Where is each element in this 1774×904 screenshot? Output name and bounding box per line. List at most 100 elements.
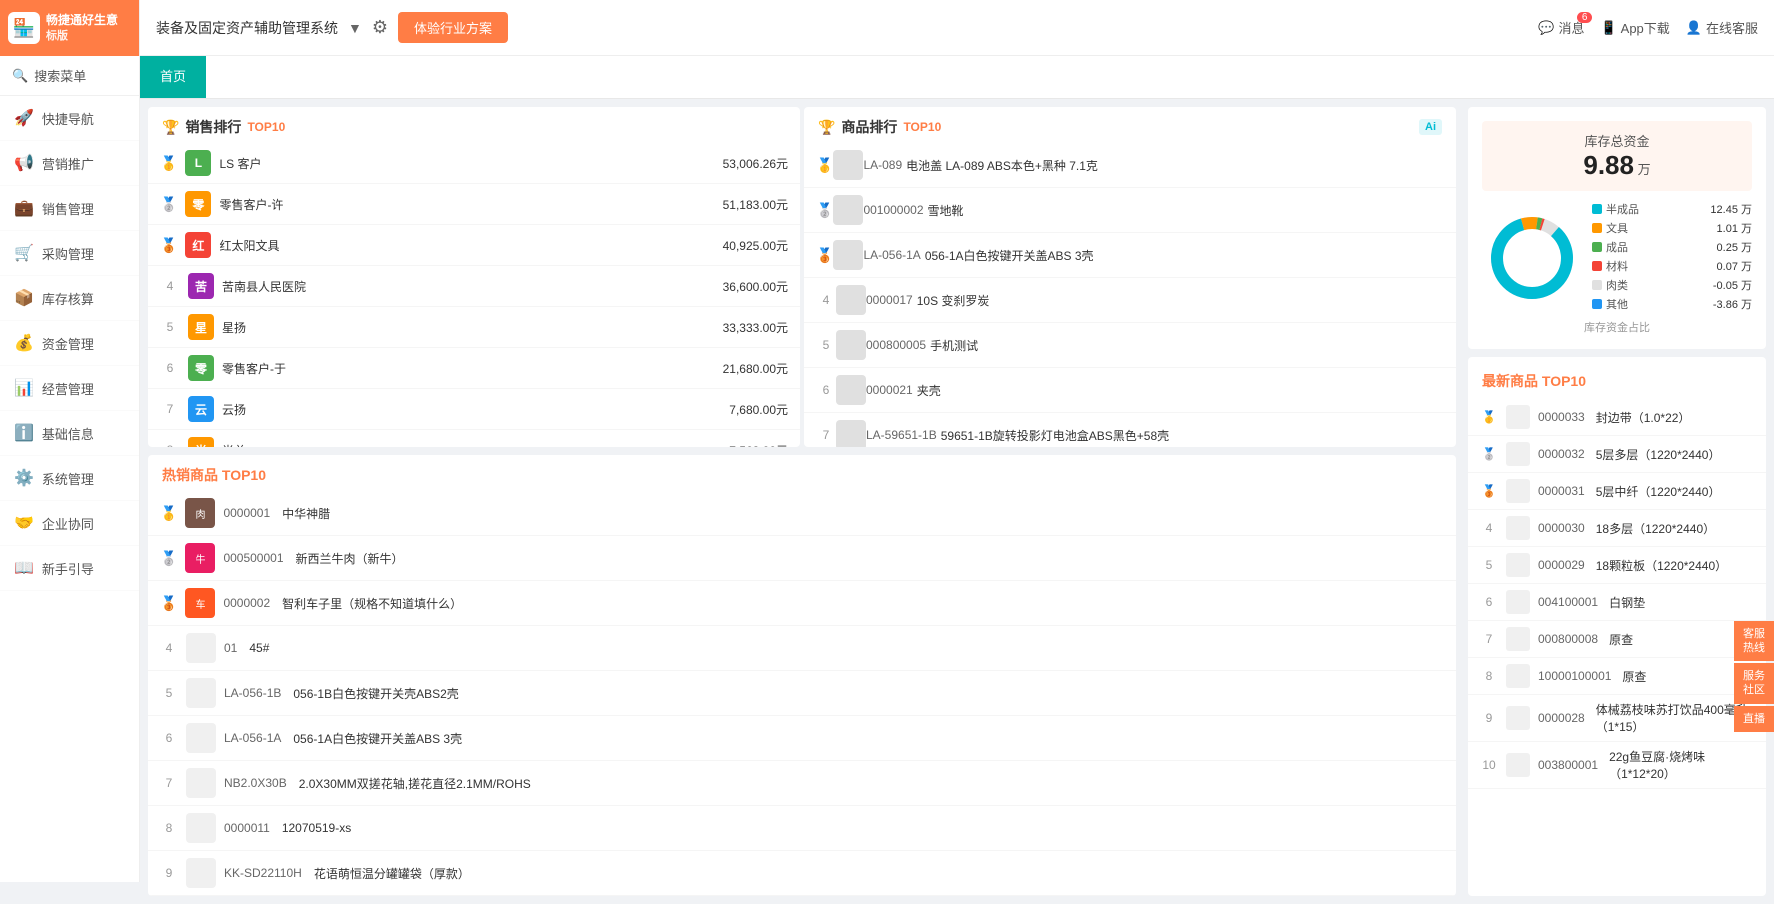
product-code: 01: [224, 641, 237, 655]
legend-name: 半成品: [1606, 201, 1698, 217]
product-image: 牛: [185, 543, 215, 573]
hot-products-top10: TOP10: [222, 467, 266, 483]
customer-service-btn[interactable]: 客服热线: [1734, 621, 1774, 662]
rank-number: 🥇: [1480, 410, 1498, 424]
service-label: 在线客服: [1706, 18, 1758, 37]
sidebar-item-collab[interactable]: 🤝 企业协同: [0, 501, 139, 546]
medal-icon: 🥉: [160, 595, 177, 612]
list-item: 5 0000029 18颗粒板（1220*2440）: [1468, 547, 1766, 584]
product-name: 12070519-xs: [282, 821, 1444, 835]
product-name: 18颗粒板（1220*2440）: [1596, 557, 1754, 574]
collab-icon: 🤝: [14, 513, 34, 533]
product-name: 10S 变刹罗炭: [917, 292, 1444, 309]
product-code: 0000030: [1538, 521, 1585, 535]
sale-amount: 33,333.00元: [723, 319, 788, 336]
sidebar-item-label: 资金管理: [42, 334, 94, 353]
product-code: 0000002: [223, 596, 270, 610]
rank-number: 5: [1480, 558, 1498, 572]
customer-name: 星扬: [222, 319, 723, 336]
message-btn[interactable]: 💬 消息 6: [1538, 18, 1584, 37]
list-item: 8 0000011 12070519-xs: [148, 806, 1456, 851]
sidebar: 🏪 畅捷通好生意 标版 🔍 搜索菜单 🚀 快捷导航 📢 营销推广 💼 销售管理 …: [0, 0, 140, 882]
live-btn[interactable]: 直播: [1734, 706, 1774, 732]
product-ranking-list: 🥇 LA-089 电池盖 LA-089 ABS本色+黑种 7.1克 🥈 0010…: [804, 143, 1456, 447]
rank-number: 9: [1480, 711, 1498, 725]
list-item: 9 KK-SD22110H 花语萌恒温分罐罐袋（厚款）: [148, 851, 1456, 896]
rank-number: 7: [160, 402, 180, 416]
hot-products-label: 热销商品: [162, 467, 218, 483]
legend-color: [1592, 242, 1602, 252]
product-code: 0000021: [866, 383, 913, 397]
product-image: [186, 768, 216, 798]
message-badge: 6: [1577, 12, 1593, 23]
rank-number: 7: [816, 428, 836, 442]
product-image: [836, 420, 866, 447]
sidebar-item-operations[interactable]: 📊 经营管理: [0, 366, 139, 411]
newest-label: 最新商品: [1482, 373, 1538, 389]
trial-btn[interactable]: 体验行业方案: [398, 12, 508, 43]
table-row: 🥈 零 零售客户-许 51,183.00元: [148, 184, 800, 225]
product-name: 056-1A白色按键开关盖ABS 3壳: [925, 247, 1444, 264]
legend-value: -0.05 万: [1702, 277, 1752, 293]
product-image: [833, 195, 863, 225]
sidebar-item-system[interactable]: ⚙️ 系统管理: [0, 456, 139, 501]
legend-name: 材料: [1606, 258, 1698, 274]
sidebar-item-label: 新手引导: [42, 559, 94, 578]
operations-icon: 📊: [14, 378, 34, 398]
float-buttons: 客服热线 服务社区 直播: [1734, 621, 1774, 732]
rank-number: 🥉: [1480, 484, 1498, 498]
table-row: 🥈 001000002 雪地靴: [804, 188, 1456, 233]
system-dropdown-btn[interactable]: ▼: [348, 20, 362, 36]
product-code: KK-SD22110H: [224, 866, 302, 880]
rank-number: 6: [160, 731, 178, 745]
tab-home[interactable]: 首页: [140, 56, 206, 98]
product-code: 000800005: [866, 338, 926, 352]
sidebar-item-purchase[interactable]: 🛒 采购管理: [0, 231, 139, 276]
product-image: [836, 285, 866, 315]
table-row: 🥇 LA-089 电池盖 LA-089 ABS本色+黑种 7.1克: [804, 143, 1456, 188]
product-image: [1506, 442, 1530, 466]
sales-ranking-top10: TOP10: [247, 120, 285, 134]
trophy-icon: 🏆: [162, 119, 179, 136]
sidebar-item-inventory[interactable]: 📦 库存核算: [0, 276, 139, 321]
rank-number: 5: [160, 686, 178, 700]
avatar: 肖: [188, 437, 214, 447]
product-image: [1506, 590, 1530, 614]
list-item: 6 004100001 白钢垫: [1468, 584, 1766, 621]
table-row: 5 星 星扬 33,333.00元: [148, 307, 800, 348]
avatar: 云: [188, 396, 214, 422]
sidebar-item-basicinfo[interactable]: ℹ️ 基础信息: [0, 411, 139, 456]
list-item: 10 003800001 22g鱼豆腐·烧烤味（1*12*20）: [1468, 742, 1766, 789]
rank-number: 8: [1480, 669, 1498, 683]
sidebar-item-sales[interactable]: 💼 销售管理: [0, 186, 139, 231]
system-icon: ⚙️: [14, 468, 34, 488]
service-btn[interactable]: 👤 在线客服: [1686, 18, 1758, 37]
rank-number: 4: [816, 293, 836, 307]
app-download-btn[interactable]: 📱 App下载: [1600, 18, 1669, 37]
message-icon: 💬: [1538, 20, 1554, 36]
rank-number: 8: [160, 443, 180, 447]
product-image: [1506, 664, 1530, 688]
search-menu[interactable]: 🔍 搜索菜单: [0, 56, 139, 96]
sidebar-item-marketing[interactable]: 📢 营销推广: [0, 141, 139, 186]
product-image: [1506, 516, 1530, 540]
legend-name: 成品: [1606, 239, 1698, 255]
settings-btn[interactable]: ⚙: [372, 17, 388, 38]
sale-amount: 7,563.00元: [729, 442, 788, 448]
legend-value: 0.07 万: [1702, 258, 1752, 274]
sidebar-item-guide[interactable]: 📖 新手引导: [0, 546, 139, 591]
logo-line1: 畅捷通好生意: [46, 13, 118, 29]
sidebar-item-finance[interactable]: 💰 资金管理: [0, 321, 139, 366]
sidebar-item-quicknav[interactable]: 🚀 快捷导航: [0, 96, 139, 141]
product-ranking-top10: TOP10: [903, 120, 941, 134]
product-image: [1506, 553, 1530, 577]
service-icon: 👤: [1686, 20, 1702, 36]
medal-icon: 🥉: [160, 237, 177, 254]
rank-number: 4: [160, 641, 178, 655]
product-code: 0000001: [223, 506, 270, 520]
service-community-btn[interactable]: 服务社区: [1734, 663, 1774, 704]
legend-row: 文具 1.01 万: [1592, 220, 1752, 236]
customer-name: 零售客户-于: [222, 360, 723, 377]
product-image: [186, 678, 216, 708]
list-item: 4 01 45#: [148, 626, 1456, 671]
